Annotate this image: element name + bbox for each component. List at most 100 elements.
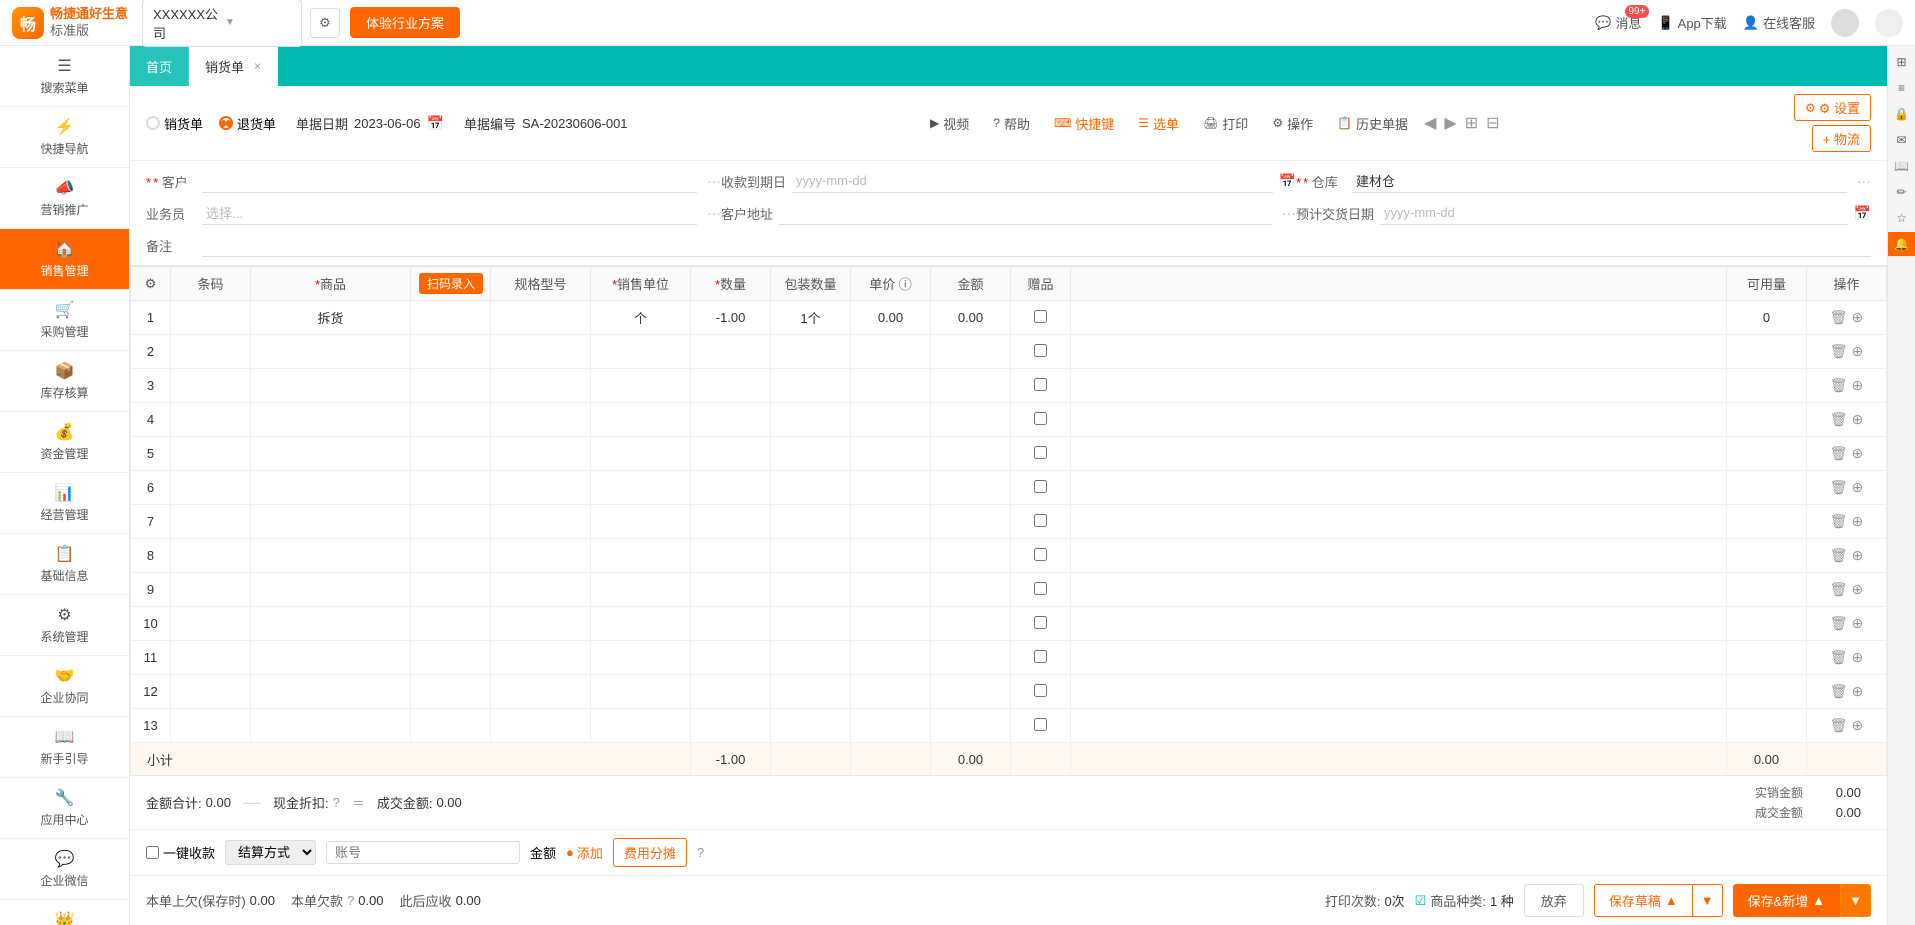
- gift-checkbox-10[interactable]: [1034, 616, 1047, 629]
- help-icon-2[interactable]: ?: [347, 893, 354, 908]
- list-view-icon[interactable]: ⊟: [1486, 113, 1499, 133]
- sidebar-item-basics[interactable]: 📋 基础信息: [0, 534, 129, 595]
- row-copy-8[interactable]: ⊕: [1852, 547, 1864, 564]
- radio-sale[interactable]: 销货单: [146, 114, 203, 133]
- gift-checkbox-8[interactable]: [1034, 548, 1047, 561]
- gear-button[interactable]: ⚙: [310, 8, 340, 38]
- row-delete-6[interactable]: 🗑: [1830, 479, 1848, 496]
- due-date-input[interactable]: yyyy-mm-dd: [792, 169, 1273, 193]
- row-delete-7[interactable]: 🗑: [1830, 513, 1848, 530]
- delivery-date-input[interactable]: yyyy-mm-dd: [1380, 201, 1848, 225]
- sidebar-item-management[interactable]: 📊 经营管理: [0, 473, 129, 534]
- rt-grid-icon[interactable]: ⊞: [1890, 50, 1914, 74]
- gift-checkbox-2[interactable]: [1034, 344, 1047, 357]
- tab-bill[interactable]: 销货单 ×: [189, 46, 278, 86]
- company-select[interactable]: XXXXXX公司 ▼: [142, 0, 302, 47]
- save-draft-button[interactable]: 保存草稿 ▲: [1594, 884, 1693, 917]
- select-bill-button[interactable]: ☰ 选单: [1130, 110, 1187, 137]
- row-copy-1[interactable]: ⊕: [1852, 309, 1864, 326]
- calc-method-select[interactable]: 结算方式: [225, 840, 316, 865]
- row-copy-11[interactable]: ⊕: [1852, 649, 1864, 666]
- row-delete-4[interactable]: 🗑: [1830, 411, 1848, 428]
- message-button[interactable]: 💬 消息 99+: [1595, 13, 1641, 32]
- row-copy-7[interactable]: ⊕: [1852, 513, 1864, 530]
- trial-button[interactable]: 体验行业方案: [350, 7, 460, 38]
- row-copy-3[interactable]: ⊕: [1852, 377, 1864, 394]
- warehouse-input[interactable]: 建材仓: [1352, 169, 1847, 193]
- row-copy-5[interactable]: ⊕: [1852, 445, 1864, 462]
- row-copy-6[interactable]: ⊕: [1852, 479, 1864, 496]
- customer-addr-input[interactable]: [779, 201, 1272, 225]
- salesperson-dots-button[interactable]: ···: [707, 205, 721, 221]
- th-scan[interactable]: 扫码录入: [411, 267, 491, 301]
- expense-help-icon[interactable]: ?: [697, 845, 704, 860]
- avatar[interactable]: [1831, 9, 1859, 37]
- row-delete-12[interactable]: 🗑: [1830, 683, 1848, 700]
- gift-checkbox-5[interactable]: [1034, 446, 1047, 459]
- th-settings[interactable]: ⚙: [131, 267, 171, 301]
- row-delete-3[interactable]: 🗑: [1830, 377, 1848, 394]
- row-copy-2[interactable]: ⊕: [1852, 343, 1864, 360]
- one-click-payment[interactable]: 一键收款: [146, 843, 215, 862]
- row-copy-12[interactable]: ⊕: [1852, 683, 1864, 700]
- row-delete-9[interactable]: 🗑: [1830, 581, 1848, 598]
- operate-button[interactable]: ⚙ 操作: [1264, 110, 1321, 137]
- sidebar-item-guide[interactable]: 📖 新手引导: [0, 717, 129, 778]
- print-button[interactable]: 🖨 打印: [1195, 110, 1256, 137]
- sidebar-item-inventory[interactable]: 📦 库存核算: [0, 351, 129, 412]
- help-button[interactable]: ? 帮助: [985, 110, 1038, 137]
- row-delete-2[interactable]: 🗑: [1830, 343, 1848, 360]
- row-copy-9[interactable]: ⊕: [1852, 581, 1864, 598]
- tab-home[interactable]: 首页: [130, 46, 189, 86]
- discard-button[interactable]: 放弃: [1524, 884, 1584, 917]
- sidebar-item-wechat[interactable]: 💬 企业微信: [0, 839, 129, 900]
- row-delete-10[interactable]: 🗑: [1830, 615, 1848, 632]
- app-download-button[interactable]: 📱 App下载: [1657, 13, 1726, 32]
- grid-view-icon[interactable]: ⊞: [1465, 113, 1478, 133]
- customer-input[interactable]: [202, 169, 697, 193]
- history-button[interactable]: 📋 历史单据: [1329, 110, 1416, 137]
- sidebar-item-quicknav[interactable]: ⚡ 快捷导航: [0, 107, 129, 168]
- help-icon[interactable]: ?: [333, 795, 340, 810]
- row-copy-13[interactable]: ⊕: [1852, 717, 1864, 734]
- expense-split-button[interactable]: 费用分摊: [613, 838, 687, 867]
- row-delete-1[interactable]: 🗑: [1830, 309, 1848, 326]
- video-button[interactable]: ▶ 视频: [922, 110, 977, 137]
- one-click-checkbox[interactable]: [146, 846, 159, 859]
- row-delete-13[interactable]: 🗑: [1830, 717, 1848, 734]
- row-copy-4[interactable]: ⊕: [1852, 411, 1864, 428]
- radio-return[interactable]: 退货单: [219, 114, 276, 133]
- save-new-arrow-button[interactable]: ▼: [1840, 884, 1871, 917]
- online-service-button[interactable]: 👤 在线客服: [1743, 13, 1815, 32]
- rt-lock-icon[interactable]: 🔒: [1890, 102, 1914, 126]
- header-nav-left[interactable]: ◀: [1424, 113, 1436, 133]
- customer-dots-button[interactable]: ···: [707, 173, 721, 189]
- gift-checkbox-7[interactable]: [1034, 514, 1047, 527]
- scan-button[interactable]: 扫码录入: [419, 273, 483, 294]
- gift-checkbox-6[interactable]: [1034, 480, 1047, 493]
- gift-checkbox-1[interactable]: [1034, 310, 1047, 323]
- gift-checkbox-13[interactable]: [1034, 718, 1047, 731]
- account-input[interactable]: [326, 841, 520, 864]
- row-delete-11[interactable]: 🗑: [1830, 649, 1848, 666]
- sidebar-item-vip[interactable]: 👑 畅会员: [0, 900, 129, 925]
- save-new-button[interactable]: 保存&新增 ▲: [1733, 884, 1841, 917]
- notes-input[interactable]: [202, 233, 1871, 257]
- rt-mail-icon[interactable]: ✉: [1890, 128, 1914, 152]
- gift-checkbox-4[interactable]: [1034, 412, 1047, 425]
- gift-checkbox-11[interactable]: [1034, 650, 1047, 663]
- sidebar-item-sales[interactable]: 🏠 销售管理: [0, 229, 129, 290]
- rt-notification-icon[interactable]: 🔔: [1888, 232, 1915, 256]
- row-copy-10[interactable]: ⊕: [1852, 615, 1864, 632]
- gift-checkbox-12[interactable]: [1034, 684, 1047, 697]
- rt-edit-icon[interactable]: ✏: [1890, 180, 1914, 204]
- header-nav-right[interactable]: ▶: [1444, 113, 1456, 133]
- sidebar-item-apps[interactable]: 🔧 应用中心: [0, 778, 129, 839]
- sidebar-item-marketing[interactable]: 📣 营销推广: [0, 168, 129, 229]
- due-date-calendar-icon[interactable]: 📅: [1279, 173, 1296, 190]
- gift-checkbox-3[interactable]: [1034, 378, 1047, 391]
- sidebar-item-system[interactable]: ⚙ 系统管理: [0, 595, 129, 656]
- rt-star-icon[interactable]: ☆: [1890, 206, 1914, 230]
- rt-list-icon[interactable]: ≡: [1890, 76, 1914, 100]
- save-draft-arrow-button[interactable]: ▼: [1693, 884, 1723, 917]
